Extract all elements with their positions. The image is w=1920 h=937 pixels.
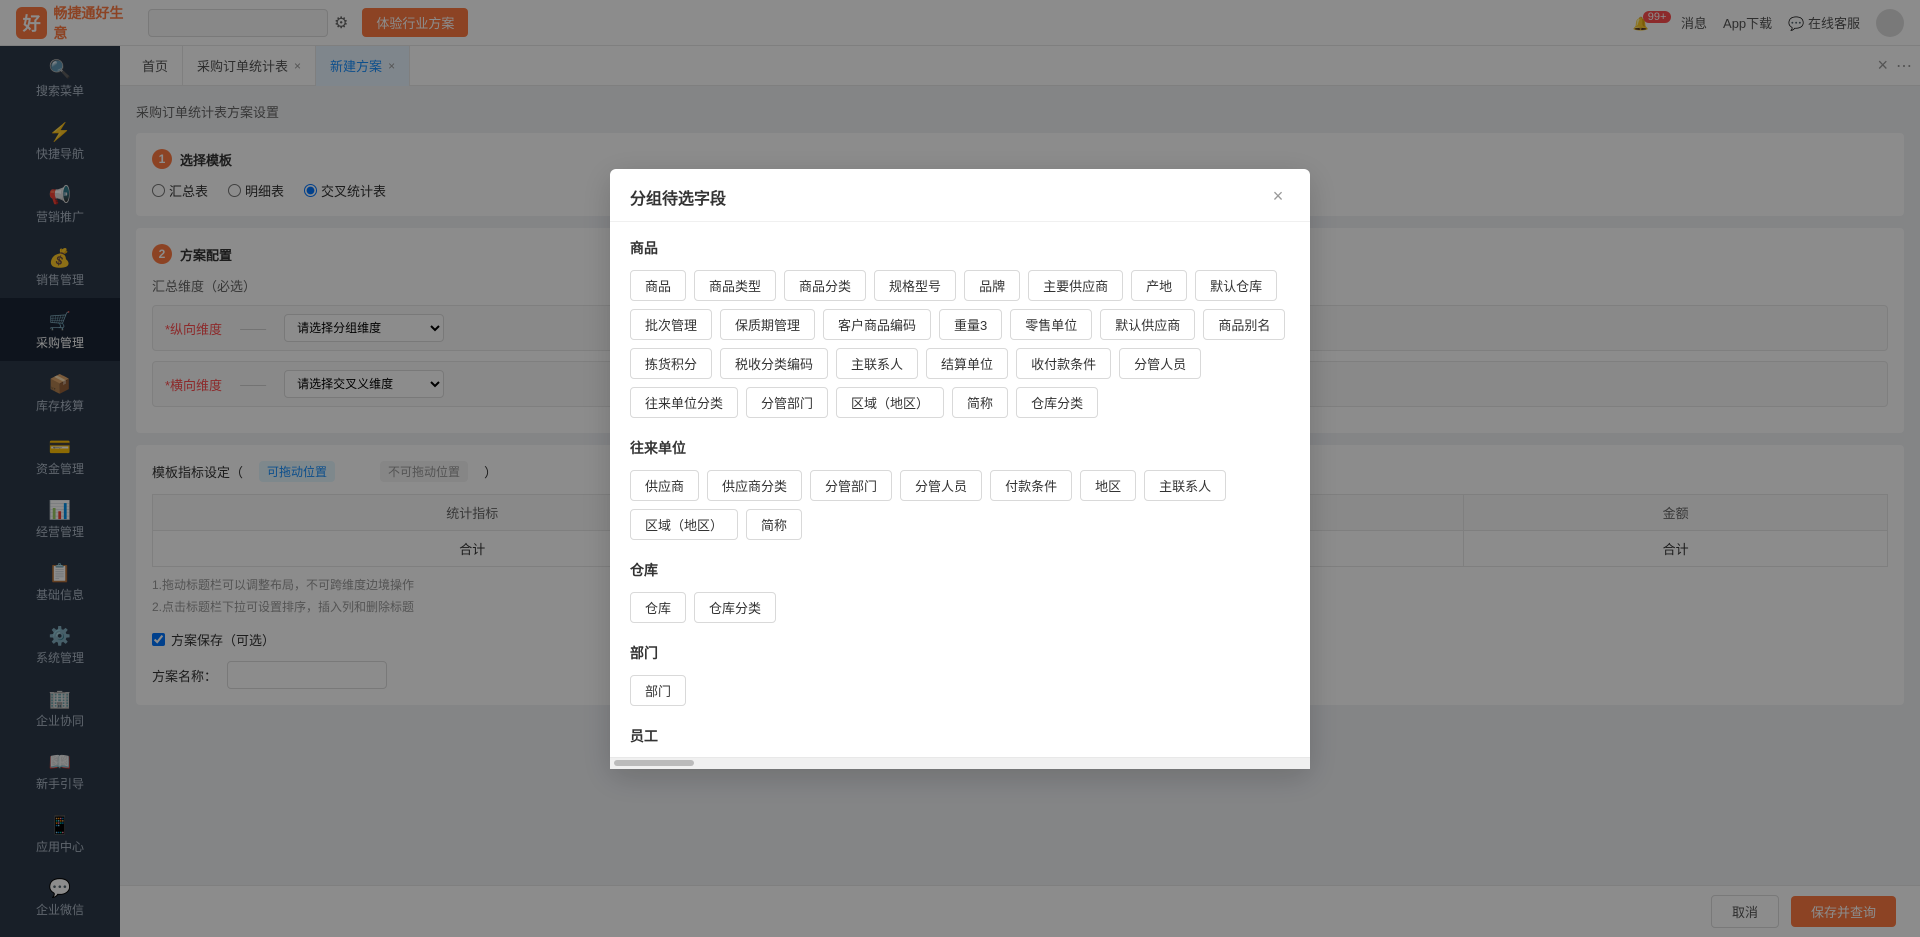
field-group-warehouse-title: 仓库: [630, 560, 1290, 580]
field-tag-main-supplier[interactable]: 主要供应商: [1028, 270, 1123, 301]
field-tag-dept-field[interactable]: 部门: [630, 675, 686, 706]
field-tag-warehouse-category[interactable]: 仓库分类: [1016, 387, 1098, 418]
field-tag-weight3[interactable]: 重量3: [939, 309, 1002, 340]
field-tag-warehouse[interactable]: 仓库: [630, 592, 686, 623]
field-tag-default-supplier[interactable]: 默认供应商: [1100, 309, 1195, 340]
field-tag-batch-mgmt[interactable]: 批次管理: [630, 309, 712, 340]
field-tag-main-contact2[interactable]: 主联系人: [1144, 470, 1226, 501]
field-group-product-title: 商品: [630, 238, 1290, 258]
field-group-employee-title: 员工: [630, 726, 1290, 746]
field-tag-product-type[interactable]: 商品类型: [694, 270, 776, 301]
field-group-employee: 员工 业务员: [630, 726, 1290, 757]
field-tag-manager[interactable]: 分管人员: [1119, 348, 1201, 379]
modal-dialog: 分组待选字段 × 商品 商品 商品类型 商品分类 规格型号 品牌 主要供应商 产…: [610, 169, 1310, 769]
field-tag-pickup-score[interactable]: 拣货积分: [630, 348, 712, 379]
field-tag-payment-terms[interactable]: 收付款条件: [1016, 348, 1111, 379]
dept-field-tags: 部门: [630, 675, 1290, 706]
modal-hscroll-thumb[interactable]: [614, 760, 694, 766]
field-tag-default-warehouse[interactable]: 默认仓库: [1195, 270, 1277, 301]
field-tag-spec-type[interactable]: 规格型号: [874, 270, 956, 301]
field-tag-tax-code[interactable]: 税收分类编码: [720, 348, 828, 379]
partner-field-tags: 供应商 供应商分类 分管部门 分管人员 付款条件 地区 主联系人 区域（地区） …: [630, 470, 1290, 540]
field-tag-product[interactable]: 商品: [630, 270, 686, 301]
field-tag-short-name[interactable]: 简称: [952, 387, 1008, 418]
field-tag-warehouse-cat[interactable]: 仓库分类: [694, 592, 776, 623]
modal-overlay: 分组待选字段 × 商品 商品 商品类型 商品分类 规格型号 品牌 主要供应商 产…: [0, 0, 1920, 937]
modal-header: 分组待选字段 ×: [610, 169, 1310, 222]
modal-title: 分组待选字段: [630, 185, 726, 209]
field-tag-region3[interactable]: 区域（地区）: [630, 509, 738, 540]
field-group-partner: 往来单位 供应商 供应商分类 分管部门 分管人员 付款条件 地区 主联系人 区域…: [630, 438, 1290, 540]
field-tag-supplier-category[interactable]: 供应商分类: [707, 470, 802, 501]
product-field-tags: 商品 商品类型 商品分类 规格型号 品牌 主要供应商 产地 默认仓库 批次管理 …: [630, 270, 1290, 418]
field-group-product: 商品 商品 商品类型 商品分类 规格型号 品牌 主要供应商 产地 默认仓库 批次…: [630, 238, 1290, 418]
field-tag-retail-unit[interactable]: 零售单位: [1010, 309, 1092, 340]
field-tag-dept-partner[interactable]: 分管部门: [810, 470, 892, 501]
field-tag-brand[interactable]: 品牌: [964, 270, 1020, 301]
field-group-warehouse: 仓库 仓库 仓库分类: [630, 560, 1290, 623]
field-tag-product-alias[interactable]: 商品别名: [1203, 309, 1285, 340]
field-group-dept-title: 部门: [630, 643, 1290, 663]
modal-hscroll[interactable]: [610, 757, 1310, 769]
field-tag-settle-unit[interactable]: 结算单位: [926, 348, 1008, 379]
modal-close-button[interactable]: ×: [1266, 185, 1290, 209]
field-tag-region[interactable]: 区域（地区）: [836, 387, 944, 418]
field-tag-origin[interactable]: 产地: [1131, 270, 1187, 301]
field-tag-customer-code[interactable]: 客户商品编码: [823, 309, 931, 340]
field-group-partner-title: 往来单位: [630, 438, 1290, 458]
field-tag-supplier[interactable]: 供应商: [630, 470, 699, 501]
field-tag-short-name2[interactable]: 简称: [746, 509, 802, 540]
field-group-dept: 部门 部门: [630, 643, 1290, 706]
field-tag-main-contact[interactable]: 主联系人: [836, 348, 918, 379]
field-tag-dept-mgmt[interactable]: 分管部门: [746, 387, 828, 418]
field-tag-dept-person-partner[interactable]: 分管人员: [900, 470, 982, 501]
field-tag-payment-cond[interactable]: 付款条件: [990, 470, 1072, 501]
warehouse-field-tags: 仓库 仓库分类: [630, 592, 1290, 623]
field-tag-src-unit-category[interactable]: 往来单位分类: [630, 387, 738, 418]
modal-body: 商品 商品 商品类型 商品分类 规格型号 品牌 主要供应商 产地 默认仓库 批次…: [610, 222, 1310, 757]
field-tag-expiry-mgmt[interactable]: 保质期管理: [720, 309, 815, 340]
field-tag-product-category[interactable]: 商品分类: [784, 270, 866, 301]
field-tag-region2[interactable]: 地区: [1080, 470, 1136, 501]
